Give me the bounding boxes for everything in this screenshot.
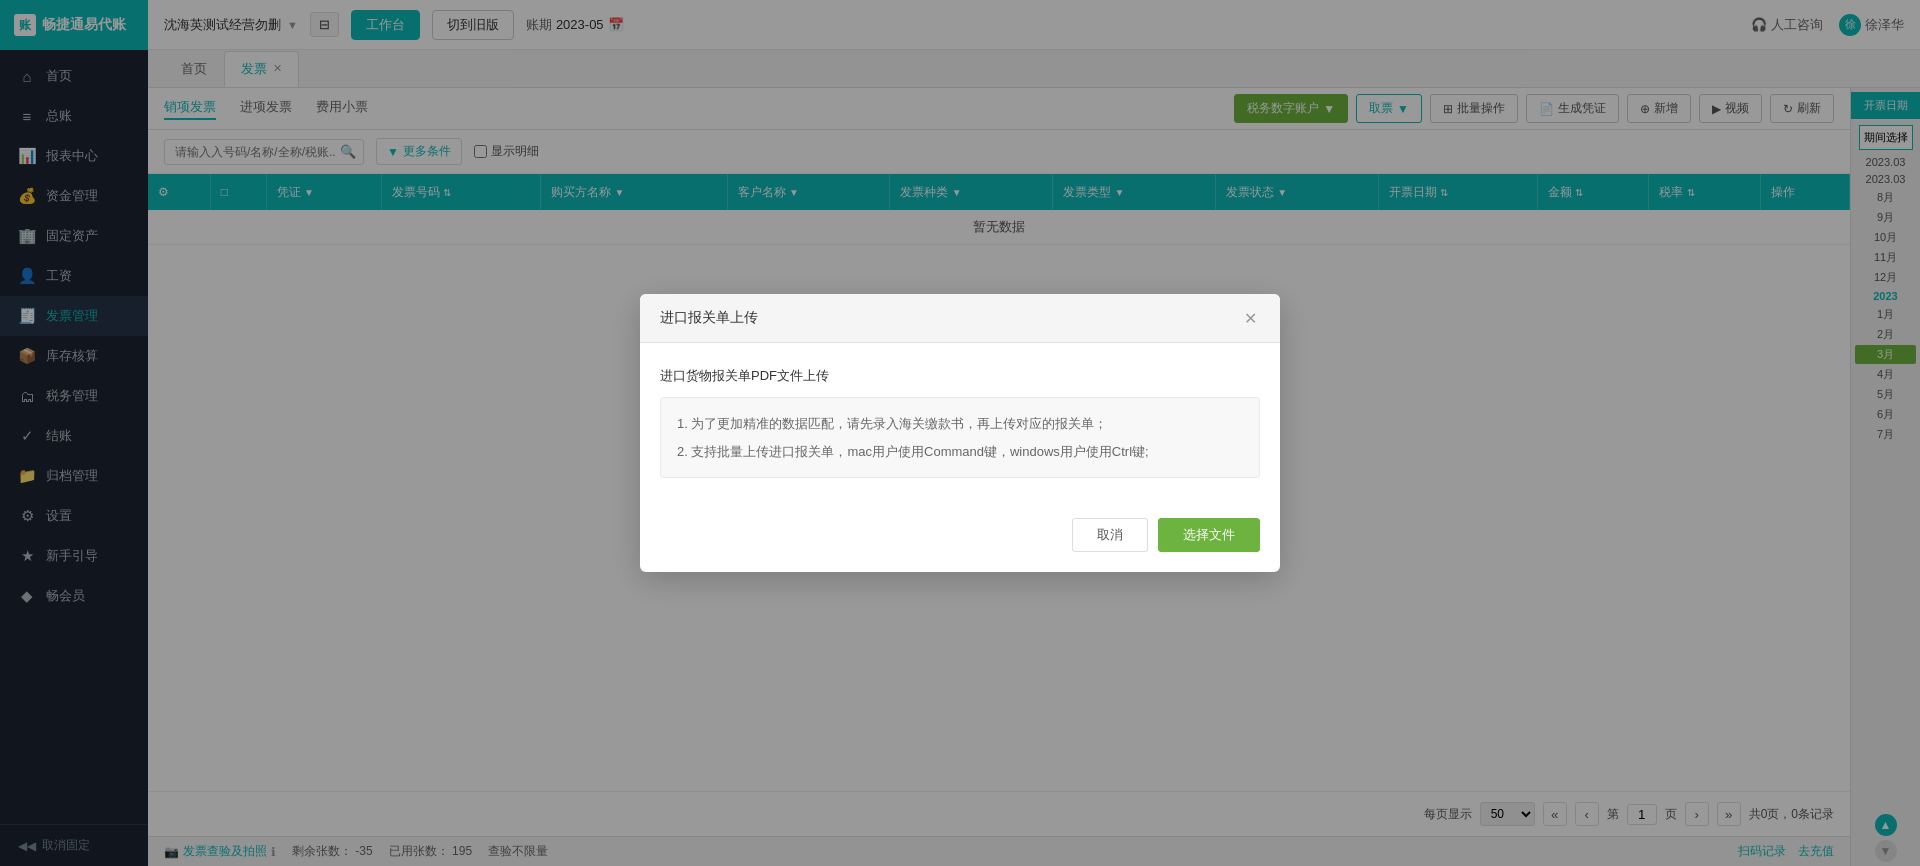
modal-header: 进口报关单上传 ✕ — [640, 294, 1280, 343]
modal-info-item-1: 1. 为了更加精准的数据匹配，请先录入海关缴款书，再上传对应的报关单； — [677, 412, 1243, 435]
import-customs-modal: 进口报关单上传 ✕ 进口货物报关单PDF文件上传 1. 为了更加精准的数据匹配，… — [640, 294, 1280, 572]
modal-info-box: 1. 为了更加精准的数据匹配，请先录入海关缴款书，再上传对应的报关单； 2. 支… — [660, 397, 1260, 478]
modal-title: 进口报关单上传 — [660, 309, 758, 327]
modal-info-item-2: 2. 支持批量上传进口报关单，mac用户使用Command键，windows用户… — [677, 440, 1243, 463]
modal-overlay: 进口报关单上传 ✕ 进口货物报关单PDF文件上传 1. 为了更加精准的数据匹配，… — [0, 0, 1920, 866]
modal-cancel-btn[interactable]: 取消 — [1072, 518, 1148, 552]
modal-body: 进口货物报关单PDF文件上传 1. 为了更加精准的数据匹配，请先录入海关缴款书，… — [640, 343, 1280, 502]
modal-footer: 取消 选择文件 — [640, 502, 1280, 572]
modal-close-btn[interactable]: ✕ — [1240, 308, 1260, 328]
modal-section-title: 进口货物报关单PDF文件上传 — [660, 367, 1260, 385]
modal-confirm-btn[interactable]: 选择文件 — [1158, 518, 1260, 552]
